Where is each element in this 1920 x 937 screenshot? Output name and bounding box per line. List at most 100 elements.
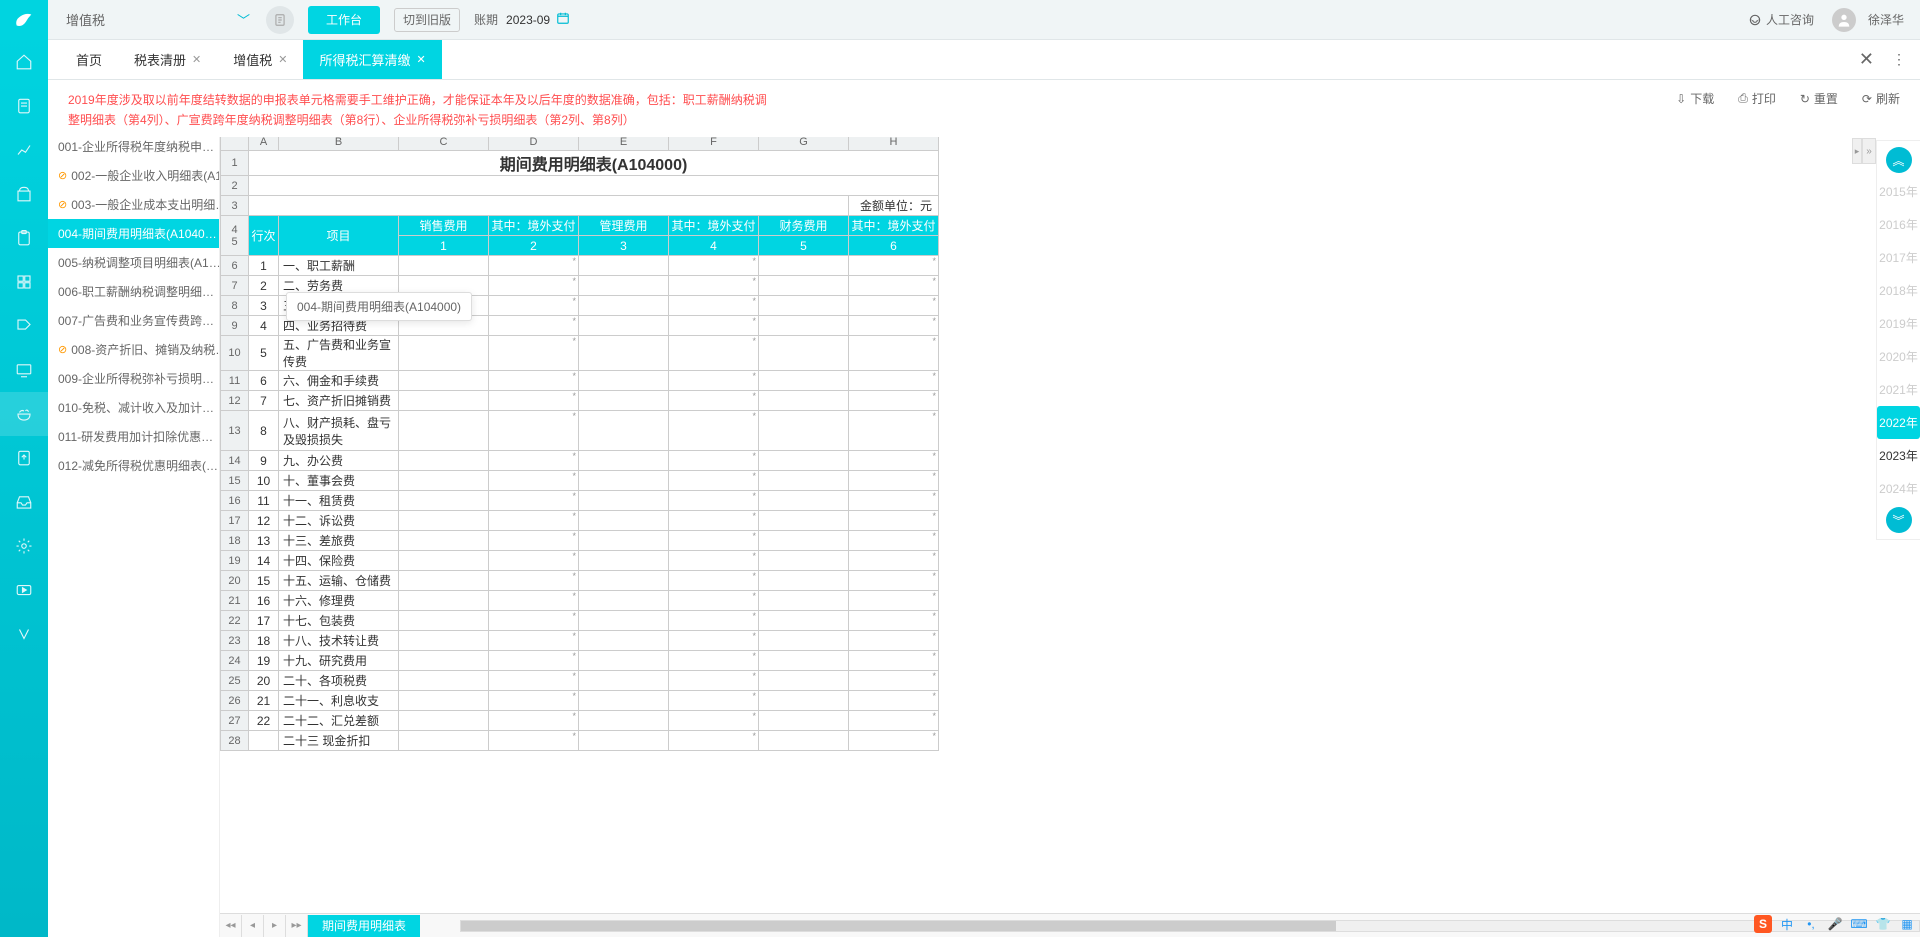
value-cell[interactable] — [399, 411, 489, 451]
row-number-cell[interactable]: 14 — [249, 551, 279, 571]
row-header[interactable]: 14 — [221, 451, 249, 471]
row-header[interactable]: 17 — [221, 511, 249, 531]
close-all-icon[interactable]: ✕ — [1859, 49, 1874, 70]
row-number-cell[interactable]: 9 — [249, 451, 279, 471]
row-header[interactable]: 9 — [221, 316, 249, 336]
doclist-item[interactable]: ⊘008-资产折旧、摊销及纳税… — [48, 335, 219, 364]
value-cell[interactable]: * — [849, 336, 939, 371]
more-icon[interactable]: ⋮ — [1892, 51, 1906, 68]
value-cell[interactable]: * — [489, 316, 579, 336]
value-cell[interactable]: * — [849, 511, 939, 531]
value-cell[interactable] — [579, 511, 669, 531]
row-header[interactable]: 45 — [221, 216, 249, 256]
year-up-icon[interactable]: ︽ — [1886, 147, 1912, 173]
value-cell[interactable] — [399, 731, 489, 751]
year-item[interactable]: 2023年 — [1879, 439, 1918, 472]
row-header[interactable]: 20 — [221, 571, 249, 591]
item-cell[interactable]: 十五、运输、仓储费 — [279, 571, 399, 591]
value-cell[interactable] — [579, 671, 669, 691]
value-cell[interactable]: * — [669, 591, 759, 611]
value-cell[interactable] — [399, 671, 489, 691]
value-cell[interactable] — [759, 651, 849, 671]
ime-shirt-icon[interactable]: 👕 — [1874, 915, 1892, 933]
value-cell[interactable] — [759, 491, 849, 511]
row-header[interactable]: 13 — [221, 411, 249, 451]
user-avatar[interactable] — [1832, 8, 1856, 32]
row-number-cell[interactable]: 11 — [249, 491, 279, 511]
ime-mic-icon[interactable]: 🎤 — [1826, 915, 1844, 933]
row-number-cell[interactable]: 8 — [249, 411, 279, 451]
row-header[interactable]: 12 — [221, 391, 249, 411]
item-cell[interactable]: 六、佣金和手续费 — [279, 371, 399, 391]
value-cell[interactable]: * — [849, 451, 939, 471]
row-number-cell[interactable]: 3 — [249, 296, 279, 316]
value-cell[interactable]: * — [669, 336, 759, 371]
item-cell[interactable]: 五、广告费和业务宣传费 — [279, 336, 399, 371]
row-header[interactable]: 1 — [221, 151, 249, 176]
row-number-cell[interactable]: 21 — [249, 691, 279, 711]
value-cell[interactable]: * — [489, 511, 579, 531]
value-cell[interactable] — [399, 711, 489, 731]
value-cell[interactable]: * — [489, 451, 579, 471]
value-cell[interactable]: * — [669, 316, 759, 336]
value-cell[interactable] — [759, 451, 849, 471]
row-number-cell[interactable]: 7 — [249, 391, 279, 411]
value-cell[interactable] — [399, 651, 489, 671]
value-cell[interactable]: * — [849, 731, 939, 751]
value-cell[interactable]: * — [669, 256, 759, 276]
print-button[interactable]: ⎙ 打印 — [1738, 90, 1776, 107]
tax-type-select[interactable]: 增值税 ﹀ — [58, 10, 258, 29]
value-cell[interactable] — [579, 491, 669, 511]
row-header[interactable]: 28 — [221, 731, 249, 751]
year-item[interactable]: 2017年 — [1879, 241, 1918, 274]
value-cell[interactable] — [399, 691, 489, 711]
nav-chart-icon[interactable] — [0, 128, 48, 172]
nav-bowl-icon[interactable] — [0, 392, 48, 436]
value-cell[interactable] — [399, 631, 489, 651]
value-cell[interactable]: * — [489, 371, 579, 391]
value-cell[interactable]: * — [669, 451, 759, 471]
nav-gear-icon[interactable] — [0, 524, 48, 568]
sheet-nav-next[interactable]: ▸ — [264, 915, 286, 937]
nav-screen-icon[interactable] — [0, 348, 48, 392]
row-header[interactable]: 21 — [221, 591, 249, 611]
doclist-item[interactable]: 007-广告费和业务宣传费跨… — [48, 306, 219, 335]
value-cell[interactable]: * — [849, 471, 939, 491]
close-icon[interactable]: ✕ — [192, 53, 201, 66]
value-cell[interactable]: * — [849, 651, 939, 671]
sheet-nav-last[interactable]: ▸▸ — [286, 915, 308, 937]
row-number-cell[interactable]: 12 — [249, 511, 279, 531]
item-cell[interactable]: 十六、修理费 — [279, 591, 399, 611]
value-cell[interactable] — [759, 691, 849, 711]
value-cell[interactable] — [579, 651, 669, 671]
value-cell[interactable] — [399, 371, 489, 391]
edge-expand-inner[interactable]: ▸ — [1852, 138, 1862, 164]
value-cell[interactable]: * — [849, 491, 939, 511]
nav-tag-icon[interactable] — [0, 304, 48, 348]
row-number-cell[interactable]: 2 — [249, 276, 279, 296]
nav-export-icon[interactable] — [0, 436, 48, 480]
row-header[interactable]: 8 — [221, 296, 249, 316]
nav-doc-icon[interactable] — [0, 84, 48, 128]
item-cell[interactable]: 十九、研究费用 — [279, 651, 399, 671]
value-cell[interactable]: * — [489, 571, 579, 591]
sheet-tab-active[interactable]: 期间费用明细表 — [308, 915, 420, 937]
value-cell[interactable] — [759, 531, 849, 551]
doclist-item[interactable]: 005-纳税调整项目明细表(A1… — [48, 248, 219, 277]
value-cell[interactable]: * — [489, 491, 579, 511]
item-cell[interactable]: 十七、包装费 — [279, 611, 399, 631]
value-cell[interactable] — [759, 276, 849, 296]
value-cell[interactable]: * — [489, 651, 579, 671]
doclist-item[interactable]: 011-研发费用加计扣除优惠… — [48, 422, 219, 451]
value-cell[interactable] — [579, 391, 669, 411]
value-cell[interactable]: * — [669, 511, 759, 531]
ime-grid-icon[interactable]: ▦ — [1898, 915, 1916, 933]
calendar-icon[interactable] — [556, 11, 570, 28]
doclist-item[interactable]: 010-免税、减计收入及加计… — [48, 393, 219, 422]
value-cell[interactable] — [759, 591, 849, 611]
ime-kb-icon[interactable]: ⌨ — [1850, 915, 1868, 933]
value-cell[interactable]: * — [849, 391, 939, 411]
value-cell[interactable] — [759, 471, 849, 491]
nav-home-icon[interactable] — [0, 40, 48, 84]
year-item[interactable]: 2019年 — [1879, 307, 1918, 340]
